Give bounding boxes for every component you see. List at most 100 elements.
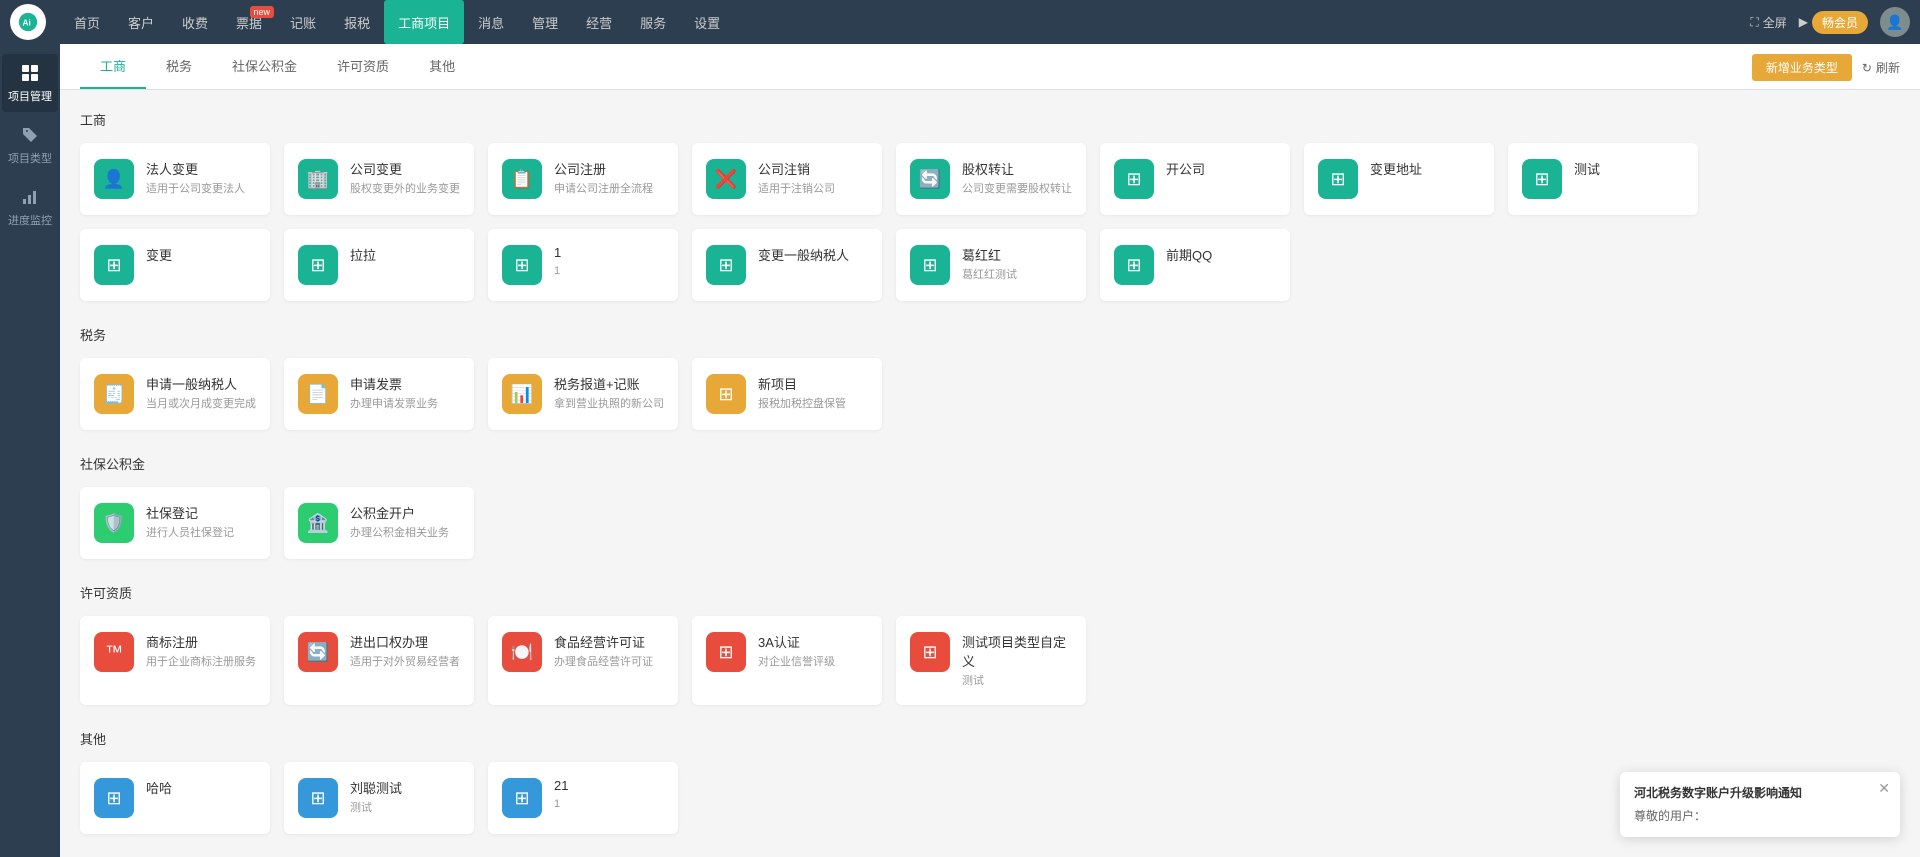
card-icon-lala: ⊞ xyxy=(298,245,338,285)
new-type-button[interactable]: 新增业务类型 xyxy=(1752,54,1852,81)
card-title: 公司注销 xyxy=(758,159,868,178)
tab-industry[interactable]: 工商 xyxy=(80,44,146,89)
card-desc: 进行人员社保登记 xyxy=(146,526,256,541)
card-title: 3A认证 xyxy=(758,632,868,651)
card-3a-cert[interactable]: ⊞ 3A认证 对企业信誉评级 xyxy=(692,616,882,705)
tax-cards-grid: 🧾 申请一般纳税人 当月或次月成变更完成 📄 申请发票 办理申请发票业务 📊 xyxy=(80,358,1900,430)
fullscreen-button[interactable]: ⛶ 全屏 xyxy=(1750,14,1786,31)
nav-message[interactable]: 消息 xyxy=(464,0,518,44)
card-fund-open[interactable]: 🏦 公积金开户 办理公积金相关业务 xyxy=(284,487,474,559)
card-company-register[interactable]: 📋 公司注册 申请公司注册全流程 xyxy=(488,143,678,215)
card-trademark[interactable]: ™ 商标注册 用于企业商标注册服务 xyxy=(80,616,270,705)
card-new-project[interactable]: ⊞ 新项目 报税加税控盘保管 xyxy=(692,358,882,430)
card-title: 葛红红 xyxy=(962,245,1072,264)
nav-tax[interactable]: 报税 xyxy=(330,0,384,44)
card-qq[interactable]: ⊞ 前期QQ xyxy=(1100,229,1290,301)
nav-manage[interactable]: 管理 xyxy=(518,0,572,44)
refresh-icon: ↻ xyxy=(1862,61,1872,75)
card-icon-address: ⊞ xyxy=(1318,159,1358,199)
card-icon-1: ⊞ xyxy=(502,245,542,285)
card-title: 测试 xyxy=(1574,159,1684,178)
card-icon-cancel: ❌ xyxy=(706,159,746,199)
vip-button[interactable]: ▶ 畅会员 xyxy=(1799,11,1868,34)
card-change[interactable]: ⊞ 变更 xyxy=(80,229,270,301)
section-title-social: 社保公积金 xyxy=(80,454,1900,473)
card-test[interactable]: ⊞ 测试 xyxy=(1508,143,1698,215)
card-title: 申请一般纳税人 xyxy=(146,374,256,393)
tab-other[interactable]: 其他 xyxy=(409,44,475,89)
card-change-taxpayer[interactable]: ⊞ 变更一般纳税人 xyxy=(692,229,882,301)
card-icon-open: ⊞ xyxy=(1114,159,1154,199)
refresh-button[interactable]: ↻ 刷新 xyxy=(1862,59,1900,76)
nav-client[interactable]: 客户 xyxy=(114,0,168,44)
card-custom-type[interactable]: ⊞ 测试项目类型自定义 测试 xyxy=(896,616,1086,705)
nav-service[interactable]: 服务 xyxy=(626,0,680,44)
card-food-license[interactable]: 🍽️ 食品经营许可证 办理食品经营许可证 xyxy=(488,616,678,705)
card-title: 开公司 xyxy=(1166,159,1276,178)
card-general-taxpayer[interactable]: 🧾 申请一般纳税人 当月或次月成变更完成 xyxy=(80,358,270,430)
fullscreen-icon: ⛶ xyxy=(1750,15,1758,30)
nav-bookkeep[interactable]: 记账 xyxy=(276,0,330,44)
card-invoice[interactable]: 📄 申请发票 办理申请发票业务 xyxy=(284,358,474,430)
card-desc: 公司变更需要股权转让 xyxy=(962,182,1072,197)
card-import-export[interactable]: 🔄 进出口权办理 适用于对外贸易经营者 xyxy=(284,616,474,705)
card-icon-new: ⊞ xyxy=(706,374,746,414)
nav-items: 首页 客户 收费 票据 new 记账 报税 工商项目 消息 管理 经营 服务 设… xyxy=(60,0,1750,44)
tab-social-insurance[interactable]: 社保公积金 xyxy=(212,44,317,89)
card-icon-company: 🏢 xyxy=(298,159,338,199)
card-desc: 适用于注销公司 xyxy=(758,182,868,197)
card-legal-change[interactable]: 👤 法人变更 适用于公司变更法人 xyxy=(80,143,270,215)
card-liucong[interactable]: ⊞ 刘聪测试 测试 xyxy=(284,762,474,834)
card-icon-custom: ⊞ xyxy=(910,632,950,672)
card-icon-trademark: ™ xyxy=(94,632,134,672)
card-open-company[interactable]: ⊞ 开公司 xyxy=(1100,143,1290,215)
sidebar-item-project-type[interactable]: 项目类型 xyxy=(2,116,58,174)
card-tax-report[interactable]: 📊 税务报道+记账 拿到营业执照的新公司 xyxy=(488,358,678,430)
nav-ticket[interactable]: 票据 new xyxy=(222,0,276,44)
tab-tax[interactable]: 税务 xyxy=(146,44,212,89)
card-desc: 对企业信誉评级 xyxy=(758,655,868,670)
nav-business[interactable]: 经营 xyxy=(572,0,626,44)
card-1[interactable]: ⊞ 1 1 xyxy=(488,229,678,301)
user-avatar[interactable]: 👤 xyxy=(1880,7,1910,37)
sidebar-item-project-manage[interactable]: 项目管理 xyxy=(2,54,58,112)
card-company-cancel[interactable]: ❌ 公司注销 适用于注销公司 xyxy=(692,143,882,215)
notification-popup: ✕ 河北税务数字账户升级影响通知 尊敬的用户： xyxy=(1620,772,1900,837)
tab-license[interactable]: 许可资质 xyxy=(317,44,409,89)
card-company-change[interactable]: 🏢 公司变更 股权变更外的业务变更 xyxy=(284,143,474,215)
card-desc: 股权变更外的业务变更 xyxy=(350,182,460,197)
content-area: 工商 税务 社保公积金 许可资质 其他 新增业务类型 ↻ 刷新 工商 � xyxy=(60,44,1920,857)
section-title-other: 其他 xyxy=(80,729,1900,748)
card-desc: 报税加税控盘保管 xyxy=(758,397,868,412)
card-icon-register: 📋 xyxy=(502,159,542,199)
nav-settings[interactable]: 设置 xyxy=(680,0,734,44)
card-icon-fund: 🏦 xyxy=(298,503,338,543)
card-lala[interactable]: ⊞ 拉拉 xyxy=(284,229,474,301)
card-title: 股权转让 xyxy=(962,159,1072,178)
card-social-register[interactable]: 🛡️ 社保登记 进行人员社保登记 xyxy=(80,487,270,559)
nav-fee[interactable]: 收费 xyxy=(168,0,222,44)
card-title: 法人变更 xyxy=(146,159,256,178)
card-equity-transfer[interactable]: 🔄 股权转让 公司变更需要股权转让 xyxy=(896,143,1086,215)
svg-text:Ai: Ai xyxy=(23,19,31,28)
card-title: 税务报道+记账 xyxy=(554,374,664,393)
notification-close[interactable]: ✕ xyxy=(1878,780,1890,797)
sidebar-item-progress[interactable]: 进度监控 xyxy=(2,178,58,236)
card-title: 哈哈 xyxy=(146,778,256,797)
card-icon-equity: 🔄 xyxy=(910,159,950,199)
card-haha[interactable]: ⊞ 哈哈 xyxy=(80,762,270,834)
card-title: 新项目 xyxy=(758,374,868,393)
card-desc: 办理公积金相关业务 xyxy=(350,526,460,541)
section-title-tax: 税务 xyxy=(80,325,1900,344)
card-gehr[interactable]: ⊞ 葛红红 葛红红测试 xyxy=(896,229,1086,301)
play-icon: ▶ xyxy=(1799,15,1808,29)
card-21[interactable]: ⊞ 21 1 xyxy=(488,762,678,834)
main-layout: 项目管理 项目类型 进度监控 工商 xyxy=(0,44,1920,857)
card-desc: 用于企业商标注册服务 xyxy=(146,655,256,670)
card-change-address[interactable]: ⊞ 变更地址 xyxy=(1304,143,1494,215)
nav-home[interactable]: 首页 xyxy=(60,0,114,44)
nav-industry[interactable]: 工商项目 xyxy=(384,0,464,44)
card-title: 进出口权办理 xyxy=(350,632,460,651)
logo[interactable]: Ai xyxy=(10,4,46,40)
card-icon-haha: ⊞ xyxy=(94,778,134,818)
